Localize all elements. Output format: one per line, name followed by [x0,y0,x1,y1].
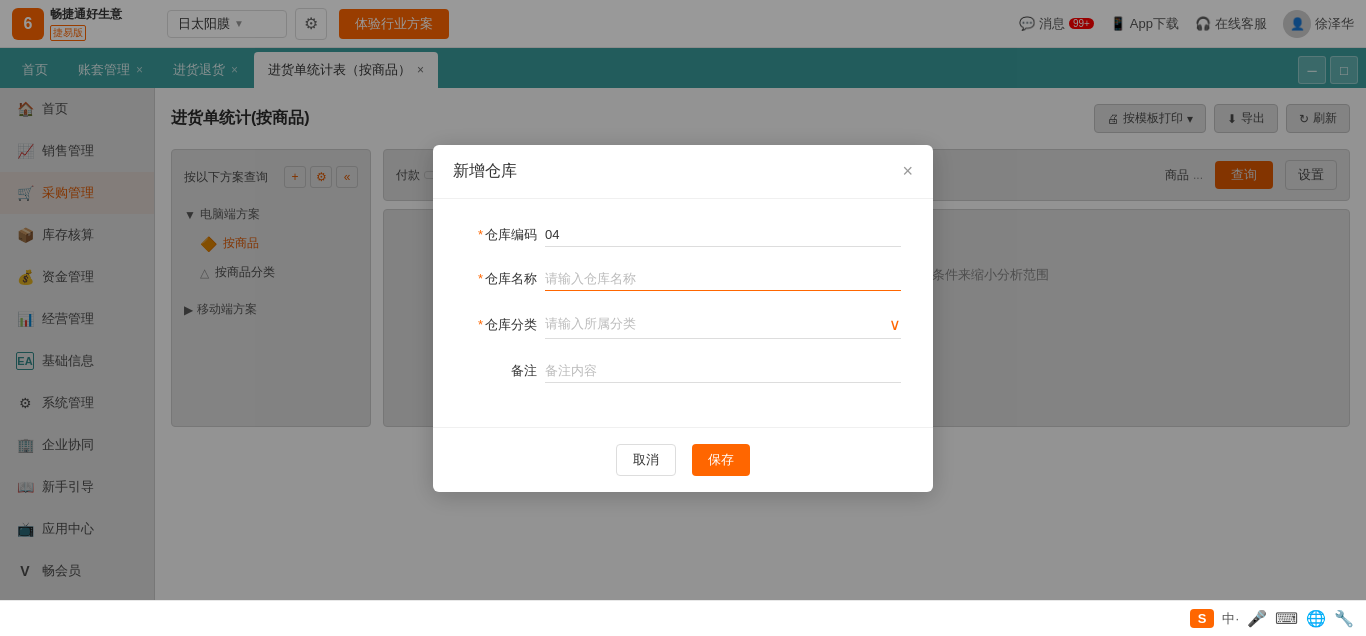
remark-input[interactable] [545,359,901,383]
modal-overlay: 新增仓库 × 仓库编码 仓库名称 仓库分类 请输入所属分类 ∨ [0,0,1366,636]
bottom-bar: S 中· 🎤 ⌨ 🌐 🔧 [0,600,1366,636]
new-warehouse-dialog: 新增仓库 × 仓库编码 仓库名称 仓库分类 请输入所属分类 ∨ [433,145,933,492]
form-row-code: 仓库编码 [465,223,901,247]
code-label: 仓库编码 [465,226,545,244]
form-row-name: 仓库名称 [465,267,901,291]
category-select[interactable]: 请输入所属分类 ∨ [545,311,901,339]
bottom-input-method: 中· [1222,610,1239,628]
name-label: 仓库名称 [465,270,545,288]
name-input[interactable] [545,267,901,291]
category-placeholder: 请输入所属分类 [545,315,636,333]
bottom-logo: S [1190,609,1215,628]
dialog-footer: 取消 保存 [433,427,933,492]
bottom-mic-icon[interactable]: 🎤 [1247,609,1267,628]
category-arrow-icon: ∨ [889,315,901,334]
dialog-title: 新增仓库 [453,161,517,182]
bottom-keyboard-icon[interactable]: ⌨ [1275,609,1298,628]
cancel-button[interactable]: 取消 [616,444,676,476]
category-label: 仓库分类 [465,316,545,334]
form-row-remark: 备注 [465,359,901,383]
dialog-body: 仓库编码 仓库名称 仓库分类 请输入所属分类 ∨ 备注 [433,199,933,427]
remark-label: 备注 [465,362,545,380]
code-input[interactable] [545,223,901,247]
save-button[interactable]: 保存 [692,444,750,476]
bottom-tools-icon[interactable]: 🔧 [1334,609,1354,628]
bottom-s-icon: S [1198,611,1207,626]
form-row-category: 仓库分类 请输入所属分类 ∨ [465,311,901,339]
bottom-globe-icon[interactable]: 🌐 [1306,609,1326,628]
dialog-header: 新增仓库 × [433,145,933,199]
dialog-close-button[interactable]: × [902,161,913,182]
